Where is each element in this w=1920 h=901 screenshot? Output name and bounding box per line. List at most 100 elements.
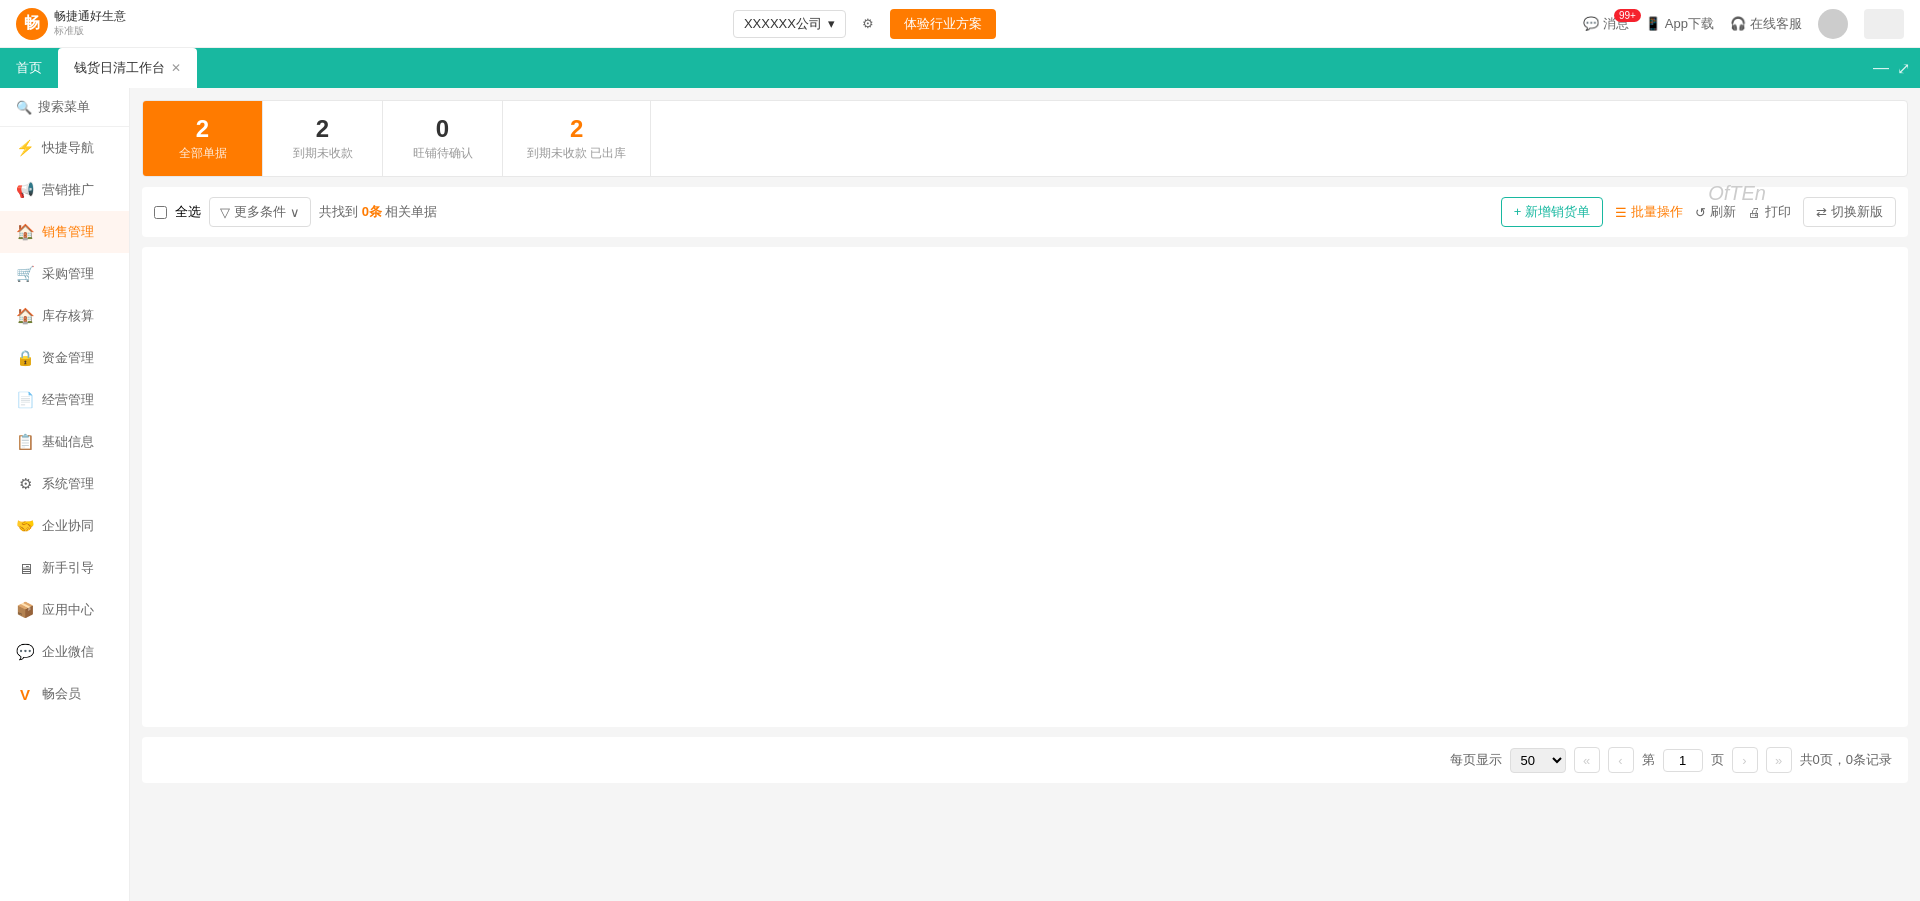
- top-header: 畅 畅捷通好生意 标准版 XXXXXX公司 ▾ ⚙ 体验行业方案 💬 消息 99…: [0, 0, 1920, 48]
- new-order-button[interactable]: + 新增销货单: [1501, 197, 1603, 227]
- per-page-label: 每页显示: [1450, 751, 1502, 769]
- sidebar-item-operations[interactable]: 📄 经营管理: [0, 379, 129, 421]
- filter-button[interactable]: ▽ 更多条件 ∨: [209, 197, 311, 227]
- refresh-button[interactable]: ↺ 刷新: [1695, 203, 1736, 221]
- service-icon: 🎧: [1730, 16, 1746, 31]
- page-input[interactable]: [1663, 749, 1703, 772]
- sidebar-item-quick-nav[interactable]: ⚡ 快捷导航: [0, 127, 129, 169]
- batch-label: 批量操作: [1631, 203, 1683, 221]
- sidebar-item-member[interactable]: V 畅会员: [0, 673, 129, 715]
- batch-operation-button[interactable]: ☰ 批量操作: [1615, 203, 1683, 221]
- next-page-button[interactable]: ›: [1732, 747, 1758, 773]
- app-center-icon: 📦: [16, 601, 34, 619]
- company-selector[interactable]: XXXXXX公司 ▾: [733, 10, 846, 38]
- sidebar-label-purchase: 采购管理: [42, 265, 94, 283]
- stats-tabs: 2 全部单据 2 到期未收款 0 旺铺待确认 2 到期未收款 已出库: [142, 100, 1908, 177]
- online-service-item[interactable]: 🎧 在线客服: [1730, 15, 1802, 33]
- operations-icon: 📄: [16, 391, 34, 409]
- tab-close-icon[interactable]: ✕: [171, 61, 181, 75]
- quick-nav-icon: ⚡: [16, 139, 34, 157]
- stat-num-shipped: 2: [527, 115, 626, 143]
- toolbar-left: 全选 ▽ 更多条件 ∨ 共找到 0条 相关单据: [154, 197, 1493, 227]
- sidebar-item-cooperation[interactable]: 🤝 企业协同: [0, 505, 129, 547]
- tab-minimize-icon[interactable]: —: [1873, 59, 1889, 77]
- stat-tab-shipped[interactable]: 2 到期未收款 已出库: [503, 101, 651, 176]
- switch-label: 切换新版: [1831, 203, 1883, 221]
- marketing-icon: 📢: [16, 181, 34, 199]
- sidebar-item-marketing[interactable]: 📢 营销推广: [0, 169, 129, 211]
- select-all-checkbox[interactable]: [154, 206, 167, 219]
- sidebar-item-system[interactable]: ⚙ 系统管理: [0, 463, 129, 505]
- experience-button[interactable]: 体验行业方案: [890, 9, 996, 39]
- print-button[interactable]: 🖨 打印: [1748, 203, 1791, 221]
- sidebar-item-purchase[interactable]: 🛒 采购管理: [0, 253, 129, 295]
- sidebar-item-sales[interactable]: 🏠 销售管理: [0, 211, 129, 253]
- chevron-down-icon: ▾: [828, 16, 835, 31]
- stat-label-shipped: 到期未收款 已出库: [527, 145, 626, 162]
- sidebar-label-quick-nav: 快捷导航: [42, 139, 94, 157]
- stat-num-all: 2: [167, 115, 238, 143]
- stat-label-all: 全部单据: [167, 145, 238, 162]
- logo-title: 畅捷通好生意: [54, 9, 126, 25]
- last-page-button[interactable]: »: [1766, 747, 1792, 773]
- sidebar-item-guide[interactable]: 🖥 新手引导: [0, 547, 129, 589]
- avatar[interactable]: [1818, 9, 1848, 39]
- sidebar-label-guide: 新手引导: [42, 559, 94, 577]
- found-text: 共找到 0条 相关单据: [319, 203, 437, 221]
- first-page-button[interactable]: «: [1574, 747, 1600, 773]
- stat-label-wangpu: 旺铺待确认: [407, 145, 478, 162]
- stat-tab-overdue[interactable]: 2 到期未收款: [263, 101, 383, 176]
- finance-icon: 🔒: [16, 349, 34, 367]
- sidebar-item-inventory[interactable]: 🏠 库存核算: [0, 295, 129, 337]
- gear-icon: ⚙: [862, 16, 874, 31]
- switch-icon: ⇄: [1816, 205, 1827, 220]
- message-icon: 💬: [1583, 16, 1599, 31]
- switch-version-button[interactable]: ⇄ 切换新版: [1803, 197, 1896, 227]
- app-icon: 📱: [1645, 16, 1661, 31]
- prev-page-button[interactable]: ‹: [1608, 747, 1634, 773]
- tab-home[interactable]: 首页: [0, 48, 58, 88]
- settings-button[interactable]: ⚙: [854, 10, 882, 38]
- found-count: 0条: [362, 204, 382, 219]
- cooperation-icon: 🤝: [16, 517, 34, 535]
- sidebar-label-inventory: 库存核算: [42, 307, 94, 325]
- stat-num-wangpu: 0: [407, 115, 478, 143]
- sidebar: 🔍 搜索菜单 ⚡ 快捷导航 📢 营销推广 🏠 销售管理 🛒 采购管理 🏠 库存核…: [0, 88, 130, 901]
- stat-num-overdue: 2: [287, 115, 358, 143]
- per-page-select[interactable]: 50 20 100: [1510, 748, 1566, 773]
- sidebar-label-sales: 销售管理: [42, 223, 94, 241]
- sidebar-item-app-center[interactable]: 📦 应用中心: [0, 589, 129, 631]
- sidebar-label-cooperation: 企业协同: [42, 517, 94, 535]
- guide-icon: 🖥: [16, 559, 34, 577]
- basic-info-icon: 📋: [16, 433, 34, 451]
- logo-area: 畅 畅捷通好生意 标准版: [16, 8, 146, 40]
- tab-expand-icon[interactable]: ⤢: [1897, 59, 1910, 78]
- stat-tab-wangpu[interactable]: 0 旺铺待确认: [383, 101, 503, 176]
- header-right: 💬 消息 99+ 📱 App下载 🎧 在线客服: [1583, 9, 1904, 39]
- search-menu-label: 搜索菜单: [38, 98, 90, 116]
- app-download-item[interactable]: 📱 App下载: [1645, 15, 1714, 33]
- app-download-label: App下载: [1665, 15, 1714, 33]
- messages-item[interactable]: 💬 消息 99+: [1583, 15, 1629, 33]
- sidebar-label-app-center: 应用中心: [42, 601, 94, 619]
- tab-work-bench-label: 钱货日清工作台: [74, 59, 165, 77]
- user-extra[interactable]: [1864, 9, 1904, 39]
- refresh-label: 刷新: [1710, 203, 1736, 221]
- toolbar-right: + 新增销货单 ☰ 批量操作 ↺ 刷新 🖨 打印 ⇄ 切换新版: [1501, 197, 1896, 227]
- wechat-icon: 💬: [16, 643, 34, 661]
- tab-work-bench[interactable]: 钱货日清工作台 ✕: [58, 48, 197, 88]
- sidebar-item-finance[interactable]: 🔒 资金管理: [0, 337, 129, 379]
- page-label: 第: [1642, 751, 1655, 769]
- inventory-icon: 🏠: [16, 307, 34, 325]
- refresh-icon: ↺: [1695, 205, 1706, 220]
- stat-tab-all[interactable]: 2 全部单据: [143, 101, 263, 176]
- sidebar-item-wechat[interactable]: 💬 企业微信: [0, 631, 129, 673]
- found-suffix: 相关单据: [385, 204, 437, 219]
- sidebar-item-basic-info[interactable]: 📋 基础信息: [0, 421, 129, 463]
- select-all-label: 全选: [175, 203, 201, 221]
- sidebar-label-marketing: 营销推广: [42, 181, 94, 199]
- search-menu-item[interactable]: 🔍 搜索菜单: [0, 88, 129, 127]
- sidebar-label-operations: 经营管理: [42, 391, 94, 409]
- main-content: 2 全部单据 2 到期未收款 0 旺铺待确认 2 到期未收款 已出库 全选 ▽ …: [130, 88, 1920, 901]
- total-records: 共0页，0条记录: [1800, 751, 1892, 769]
